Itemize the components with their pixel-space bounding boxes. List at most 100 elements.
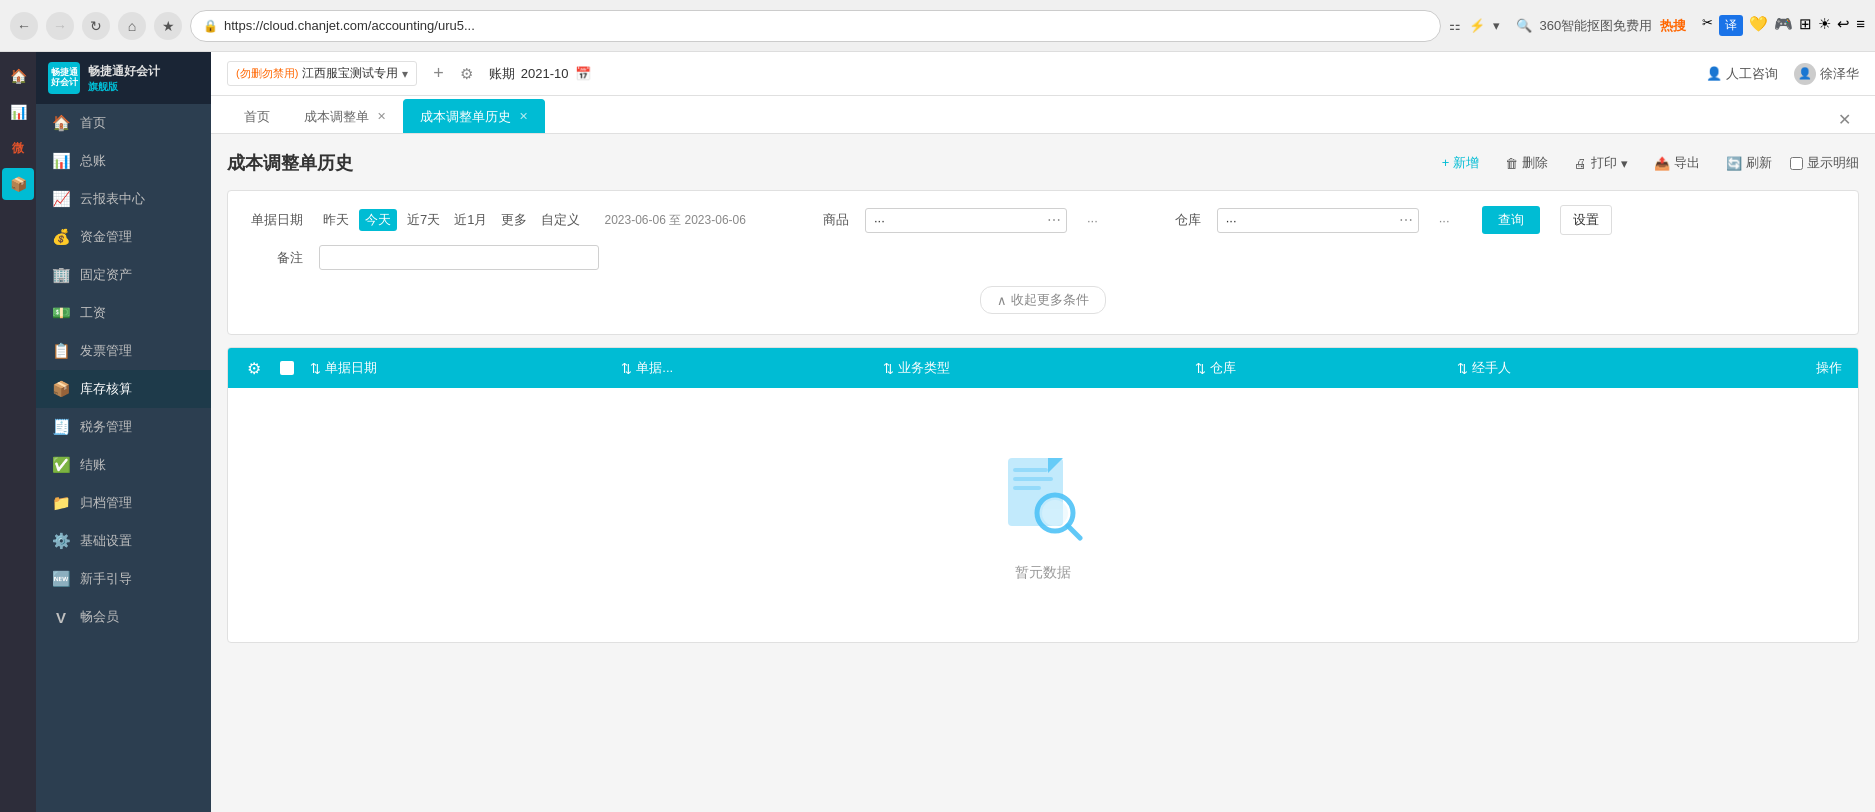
sidebar-item-invoice[interactable]: 📋 发票管理 — [36, 332, 211, 370]
assets-icon: 🏢 — [52, 266, 70, 284]
icon-bar-weibo[interactable]: 微 — [2, 132, 34, 164]
date-opt-more[interactable]: 更多 — [497, 209, 531, 231]
date-opt-7days[interactable]: 近7天 — [403, 209, 444, 231]
back-button[interactable]: ← — [10, 12, 38, 40]
company-selector[interactable]: (勿删勿禁用) 江西服宝测试专用 ▾ — [227, 61, 417, 86]
add-company-btn[interactable]: + — [433, 63, 444, 84]
delete-label: 删除 — [1522, 154, 1548, 172]
print-icon: 🖨 — [1574, 156, 1587, 171]
consult-link[interactable]: 👤 人工咨询 — [1706, 65, 1778, 83]
menu-icon[interactable]: ≡ — [1856, 15, 1865, 36]
tab-cost-adjust[interactable]: 成本调整单 ✕ — [287, 99, 403, 133]
home-button[interactable]: ⌂ — [118, 12, 146, 40]
sidebar-item-assets[interactable]: 🏢 固定资产 — [36, 256, 211, 294]
tab-home[interactable]: 首页 — [227, 99, 287, 133]
display-detail-checkbox[interactable] — [1790, 157, 1803, 170]
sidebar-item-label: 资金管理 — [80, 228, 132, 246]
remark-input[interactable] — [319, 245, 599, 270]
export-btn[interactable]: 📤 导出 — [1646, 150, 1708, 176]
brightness-icon[interactable]: ☀ — [1818, 15, 1831, 36]
undo-icon[interactable]: ↩ — [1837, 15, 1850, 36]
date-opt-today[interactable]: 今天 — [359, 209, 397, 231]
goods-select[interactable] — [865, 208, 1067, 233]
settings-btn[interactable]: 设置 — [1560, 205, 1612, 235]
th-no[interactable]: ⇅ 单据... — [613, 359, 875, 377]
scissors-icon[interactable]: ✂ — [1702, 15, 1713, 36]
top-bar: (勿删勿禁用) 江西服宝测试专用 ▾ + ⚙ 账期 2021-10 📅 👤 人工… — [211, 52, 1875, 96]
forward-button[interactable]: → — [46, 12, 74, 40]
tab-cost-history[interactable]: 成本调整单历史 ✕ — [403, 99, 545, 133]
tab-close-all[interactable]: ✕ — [1830, 106, 1859, 133]
date-filter-row: 单据日期 昨天 今天 近7天 近1月 更多 自定义 2023-06-06 至 2… — [248, 205, 1838, 235]
icon-bar-inventory[interactable]: 📦 — [2, 168, 34, 200]
extensions-icon[interactable]: ⚏ — [1449, 18, 1461, 33]
icon-bar-home[interactable]: 🏠 — [2, 60, 34, 92]
user-menu[interactable]: 👤 徐泽华 — [1794, 63, 1859, 85]
th-date[interactable]: ⇅ 单据日期 — [302, 359, 613, 377]
lightning-icon[interactable]: ⚡ — [1469, 18, 1485, 33]
new-btn[interactable]: + 新增 — [1434, 150, 1487, 176]
reports-icon: 📈 — [52, 190, 70, 208]
sidebar-item-reports[interactable]: 📈 云报表中心 — [36, 180, 211, 218]
warehouse-select[interactable] — [1217, 208, 1419, 233]
period-value: 2021-10 — [521, 66, 569, 81]
sidebar-item-label: 云报表中心 — [80, 190, 145, 208]
date-opt-1month[interactable]: 近1月 — [450, 209, 491, 231]
archive-icon: 📁 — [52, 494, 70, 512]
close-account-icon: ✅ — [52, 456, 70, 474]
browser-actions: ⚏ ⚡ ▾ 🔍 360智能抠图免费用 热搜 — [1449, 17, 1687, 35]
remark-filter-label: 备注 — [248, 249, 303, 267]
grid-icon[interactable]: ⊞ — [1799, 15, 1812, 36]
select-all-checkbox[interactable] — [280, 361, 294, 375]
collapse-btn[interactable]: ∧ 收起更多条件 — [980, 286, 1106, 314]
sidebar-item-archive[interactable]: 📁 归档管理 — [36, 484, 211, 522]
warehouse-more-icon: ··· — [1439, 213, 1450, 228]
sidebar-item-guide[interactable]: 🆕 新手引导 — [36, 560, 211, 598]
warehouse-select-wrap — [1217, 208, 1419, 233]
tab-cost-history-close[interactable]: ✕ — [519, 110, 528, 123]
sidebar-header-text: 畅捷通好会计 旗舰版 — [88, 63, 160, 94]
delete-icon: 🗑 — [1505, 156, 1518, 171]
table-select-all[interactable] — [272, 361, 302, 375]
settings-gear-icon[interactable]: ⚙ — [460, 65, 473, 83]
date-opt-custom[interactable]: 自定义 — [537, 209, 584, 231]
svg-rect-2 — [1013, 477, 1053, 481]
display-detail-checkbox-label[interactable]: 显示明细 — [1790, 154, 1859, 172]
sidebar-item-settings[interactable]: ⚙️ 基础设置 — [36, 522, 211, 560]
invoice-icon: 📋 — [52, 342, 70, 360]
sidebar-item-funds[interactable]: 💰 资金管理 — [36, 218, 211, 256]
wallet-icon[interactable]: 💛 — [1749, 15, 1768, 36]
chevron-down-icon[interactable]: ▾ — [1493, 18, 1500, 33]
date-opt-yesterday[interactable]: 昨天 — [319, 209, 353, 231]
sidebar-item-member[interactable]: V 畅会员 — [36, 598, 211, 636]
th-type[interactable]: ⇅ 业务类型 — [875, 359, 1186, 377]
delete-btn[interactable]: 🗑 删除 — [1497, 150, 1556, 176]
translate-icon[interactable]: 译 — [1719, 15, 1743, 36]
address-bar[interactable]: 🔒 https://cloud.chanjet.com/accounting/u… — [190, 10, 1441, 42]
th-operator[interactable]: ⇅ 经手人 — [1449, 359, 1711, 377]
member-icon: V — [52, 609, 70, 626]
refresh-btn[interactable]: 🔄 刷新 — [1718, 150, 1780, 176]
sidebar-item-home[interactable]: 🏠 首页 — [36, 104, 211, 142]
sidebar-item-tax[interactable]: 🧾 税务管理 — [36, 408, 211, 446]
ledger-icon: 📊 — [52, 152, 70, 170]
th-warehouse[interactable]: ⇅ 仓库 — [1187, 359, 1449, 377]
calendar-icon[interactable]: 📅 — [575, 66, 591, 81]
sidebar-item-close-account[interactable]: ✅ 结账 — [36, 446, 211, 484]
sidebar-item-label: 发票管理 — [80, 342, 132, 360]
game-icon[interactable]: 🎮 — [1774, 15, 1793, 36]
table-settings-btn[interactable]: ⚙ — [236, 359, 272, 378]
sidebar-item-inventory[interactable]: 📦 库存核算 — [36, 370, 211, 408]
sidebar-item-salary[interactable]: 💵 工资 — [36, 294, 211, 332]
bookmark-button[interactable]: ★ — [154, 12, 182, 40]
sidebar-item-label: 畅会员 — [80, 608, 119, 626]
print-btn[interactable]: 🖨 打印 ▾ — [1566, 150, 1636, 176]
icon-bar-finance[interactable]: 📊 — [2, 96, 34, 128]
user-name: 徐泽华 — [1820, 65, 1859, 83]
sidebar-header: 畅捷通好会计 畅捷通好会计 旗舰版 — [36, 52, 211, 104]
tab-cost-adjust-close[interactable]: ✕ — [377, 110, 386, 123]
reload-button[interactable]: ↻ — [82, 12, 110, 40]
date-filter-label: 单据日期 — [248, 211, 303, 229]
query-btn[interactable]: 查询 — [1482, 206, 1540, 234]
sidebar-item-ledger[interactable]: 📊 总账 — [36, 142, 211, 180]
